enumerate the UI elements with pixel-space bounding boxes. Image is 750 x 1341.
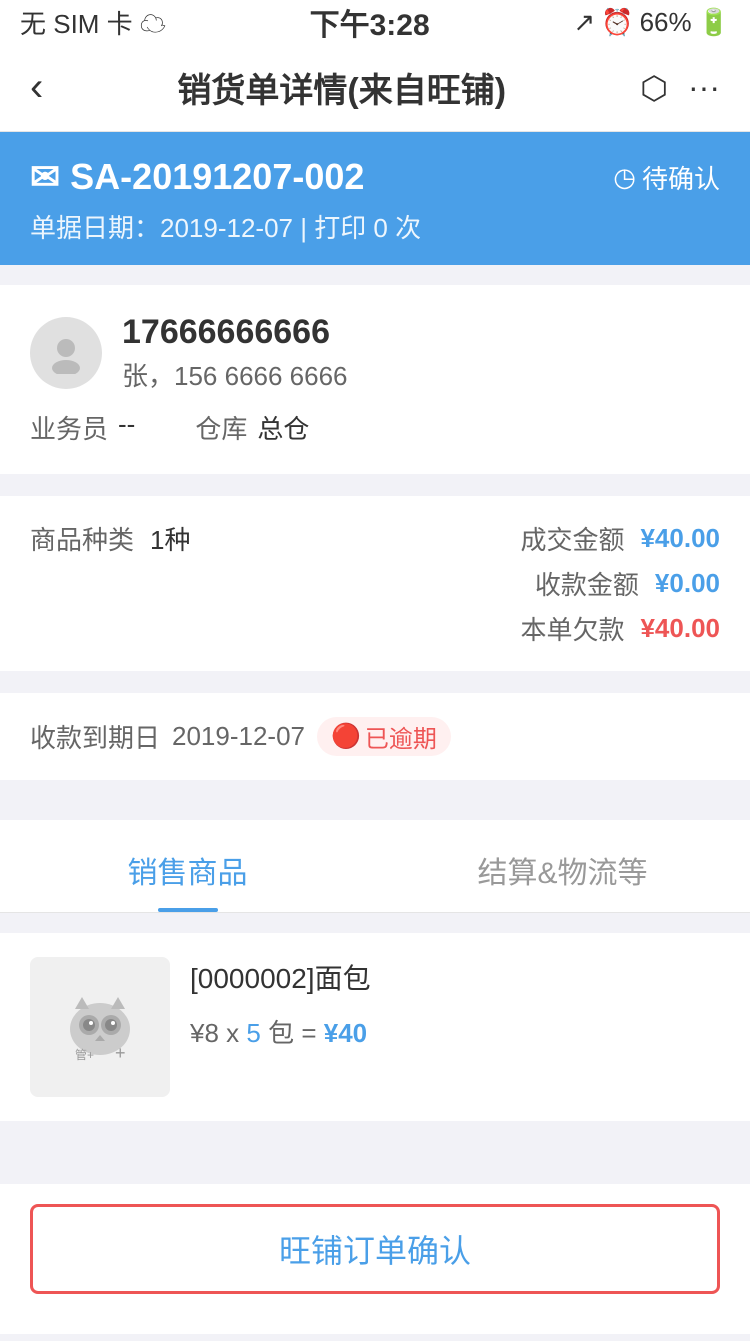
customer-section: 17666666666 张，156 6666 6666 业务员 -- 仓库 总仓 (0, 285, 750, 474)
customer-meta: 业务员 -- 仓库 总仓 (30, 409, 720, 446)
more-button[interactable]: ··· (688, 69, 720, 106)
warehouse-item: 仓库 总仓 (195, 409, 309, 446)
overdue-badge: 🔴 已逾期 (317, 717, 451, 756)
divider-1 (0, 265, 750, 285)
order-date: 单据日期：2019-12-07 | 打印 0 次 (30, 208, 720, 245)
product-logo-svg: + 管+ (55, 987, 145, 1067)
product-price: ¥8 (190, 1018, 219, 1048)
order-status: ◷ 待确认 (613, 159, 720, 196)
order-id-text: SA-20191207-002 (70, 156, 364, 198)
warehouse-label: 仓库 (195, 409, 247, 446)
due-date-value: 2019-12-07 (172, 721, 305, 752)
customer-row: 17666666666 张，156 6666 6666 (30, 313, 720, 393)
battery-icon: 🔋 (698, 7, 730, 38)
salesperson-value: -- (118, 409, 135, 446)
nav-bar: ‹ 销货单详情(来自旺铺) ⬡ ··· (0, 44, 750, 132)
summary-right: 成交金额 ¥40.00 收款金额 ¥0.00 本单欠款 ¥40.00 (520, 520, 720, 647)
product-type-value: 1种 (150, 520, 190, 557)
salesperson-label: 业务员 (30, 409, 108, 446)
battery-level: 66% (640, 7, 692, 38)
product-type-label: 商品种类 (30, 520, 134, 557)
back-icon: ‹ (30, 65, 43, 109)
debt-amount-row: 本单欠款 ¥40.00 (520, 610, 720, 647)
receipt-amount-row: 收款金额 ¥0.00 (535, 565, 720, 602)
status-right: ↗ ⏰ 66% 🔋 (573, 7, 730, 38)
warehouse-value: 总仓 (257, 409, 309, 446)
order-id-row: ✉ SA-20191207-002 ◷ 待确认 (30, 156, 720, 198)
location-icon: ↗ (573, 7, 595, 38)
summary-section: 商品种类 1种 成交金额 ¥40.00 收款金额 ¥0.00 本单欠款 ¥40.… (0, 496, 750, 671)
qty-unit: 包 (268, 1018, 294, 1048)
product-name: [0000002]面包 (190, 957, 371, 997)
divider-2 (0, 476, 750, 496)
avatar (30, 317, 102, 389)
customer-info: 17666666666 张，156 6666 6666 (122, 313, 348, 393)
product-price-row: ¥8 x 5 包 = ¥40 (190, 1013, 371, 1050)
share-button[interactable]: ⬡ (640, 69, 668, 107)
product-thumbnail: + 管+ (30, 957, 170, 1097)
product-item: + 管+ [0000002]面包 ¥8 x 5 包 = ¥40 (0, 933, 750, 1121)
equals: = (301, 1018, 323, 1048)
order-icon: ✉ (30, 156, 60, 198)
due-date-section: 收款到期日 2019-12-07 🔴 已逾期 (0, 693, 750, 780)
back-button[interactable]: ‹ (30, 65, 43, 110)
status-bar: 无 SIM 卡 ☁ 下午3:28 ↗ ⏰ 66% 🔋 (0, 0, 750, 44)
deal-amount: ¥40.00 (640, 523, 720, 554)
deal-amount-row: 成交金额 ¥40.00 (520, 520, 720, 557)
order-id: ✉ SA-20191207-002 (30, 156, 364, 198)
summary-left: 商品种类 1种 (30, 520, 190, 557)
svg-text:管+: 管+ (75, 1047, 94, 1062)
deal-label: 成交金额 (520, 520, 624, 557)
product-detail: [0000002]面包 ¥8 x 5 包 = ¥40 (190, 957, 371, 1097)
status-clock-icon: ◷ (613, 162, 636, 193)
product-total: ¥40 (324, 1018, 367, 1048)
status-left: 无 SIM 卡 ☁ (20, 4, 166, 41)
debt-amount: ¥40.00 (640, 613, 720, 644)
nav-title: 销货单详情(来自旺铺) (177, 63, 506, 112)
confirm-button[interactable]: 旺铺订单确认 (30, 1204, 720, 1294)
overdue-label: 已逾期 (365, 719, 437, 754)
tabs: 销售商品 结算&物流等 (0, 820, 750, 913)
avatar-icon (45, 332, 87, 374)
due-date-label: 收款到期日 (30, 718, 160, 755)
salesperson-item: 业务员 -- (30, 409, 135, 446)
status-time: 下午3:28 (310, 0, 430, 44)
debt-label: 本单欠款 (520, 610, 624, 647)
divider-4 (0, 800, 750, 820)
divider-3 (0, 673, 750, 693)
receipt-label: 收款金额 (535, 565, 639, 602)
tab-products-label: 销售商品 (128, 857, 248, 890)
order-header: ✉ SA-20191207-002 ◷ 待确认 单据日期：2019-12-07 … (0, 132, 750, 265)
tab-settlement[interactable]: 结算&物流等 (375, 820, 750, 912)
alarm-icon: ⏰ (601, 7, 633, 38)
price-multiply: x (226, 1018, 246, 1048)
product-qty: 5 (246, 1018, 260, 1048)
owl-logo: + 管+ (55, 987, 145, 1067)
sim-label: 无 SIM 卡 ☁ (20, 4, 166, 41)
nav-right: ⬡ ··· (640, 69, 720, 107)
tab-settlement-label: 结算&物流等 (477, 857, 647, 890)
overdue-icon: 🔴 (331, 722, 361, 751)
customer-name: 张，156 6666 6666 (122, 356, 348, 393)
tab-products[interactable]: 销售商品 (0, 820, 375, 912)
bottom-bar: 旺铺订单确认 (0, 1184, 750, 1334)
svg-text:+: + (115, 1043, 126, 1063)
customer-phone: 17666666666 (122, 313, 348, 352)
receipt-amount: ¥0.00 (655, 568, 720, 599)
order-status-text: 待确认 (642, 159, 720, 196)
